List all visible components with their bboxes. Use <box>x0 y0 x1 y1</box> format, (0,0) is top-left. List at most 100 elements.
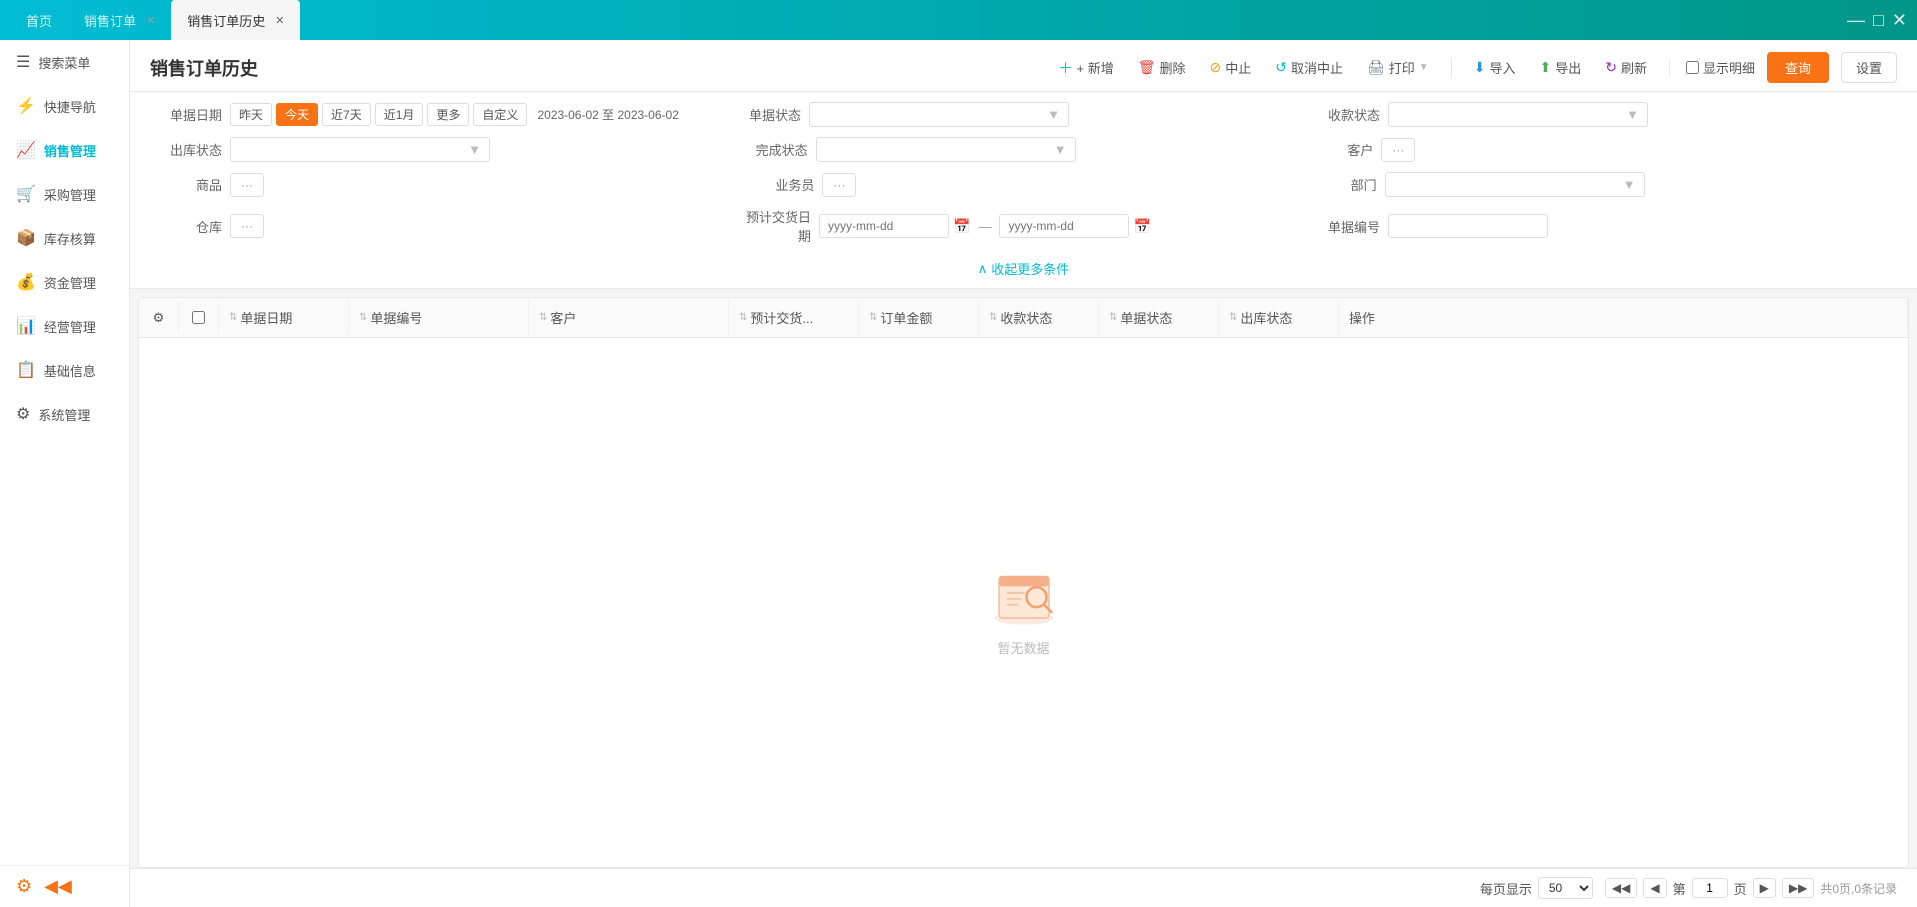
sidebar-item-search-menu[interactable]: ☰ 搜索菜单 <box>0 40 129 84</box>
customer-select[interactable]: ··· <box>1381 138 1415 162</box>
date-buttons: 昨天 今天 近7天 近1月 更多 自定义 <box>230 103 527 126</box>
plus-icon: ＋ <box>1058 58 1072 78</box>
order-no-input[interactable] <box>1388 214 1548 238</box>
tab-home[interactable]: 首页 <box>10 0 68 40</box>
out-status-select[interactable]: ▼ <box>230 137 490 162</box>
sort-order-no-icon: ⇅ <box>359 312 367 323</box>
minimize-button[interactable]: — <box>1847 10 1865 31</box>
table-footer: 每页显示 10 20 50 100 ◀◀ ◀ 第 页 ▶ ▶▶ 共0页,0条记录 <box>130 868 1917 907</box>
date-btn-1month[interactable]: 近1月 <box>375 103 424 126</box>
filter-row-date: 单据日期 昨天 今天 近7天 近1月 更多 自定义 2023-06-02 至 2… <box>150 102 1897 127</box>
stop-button[interactable]: ⊘ 中止 <box>1204 54 1258 81</box>
filter-row-goods: 商品 ··· 业务员 ··· 部门 ▼ <box>150 172 1897 197</box>
th-customer[interactable]: ⇅ 客户 <box>529 300 729 335</box>
import-button[interactable]: ⬇ 导入 <box>1468 54 1522 81</box>
collapse-up-icon: ∧ <box>978 261 988 277</box>
sort-amount-icon: ⇅ <box>869 312 877 323</box>
th-out-status[interactable]: ⇅ 出库状态 <box>1219 300 1339 335</box>
collapse-row[interactable]: ∧ 收起更多条件 <box>150 255 1897 278</box>
date-btn-today[interactable]: 今天 <box>276 103 318 126</box>
cancel-stop-button[interactable]: ↺ 取消中止 <box>1269 54 1349 81</box>
next-page-button[interactable]: ▶ <box>1753 878 1776 898</box>
sales-mgmt-icon: 📈 <box>16 140 36 160</box>
calendar-start-icon[interactable]: 📅 <box>953 218 970 235</box>
date-btn-yesterday[interactable]: 昨天 <box>230 103 272 126</box>
sidebar-settings-icon[interactable]: ⚙ <box>16 876 32 897</box>
out-status-control: ▼ <box>230 137 746 162</box>
table-area: ⚙ ⇅ 单据日期 ⇅ 单据编号 ⇅ 客户 ⇅ <box>138 297 1909 868</box>
sidebar-item-fund-mgmt[interactable]: 💰 资金管理 <box>0 260 129 304</box>
print-button[interactable]: 🖨 打印 ▼ <box>1361 54 1435 81</box>
show-detail-checkbox[interactable]: 显示明细 <box>1686 58 1755 77</box>
export-button[interactable]: ⬆ 导出 <box>1533 54 1587 81</box>
tab-sales-order-close[interactable]: ✕ <box>146 14 155 27</box>
show-detail-input[interactable] <box>1686 61 1699 74</box>
pagination: ◀◀ ◀ 第 页 ▶ ▶▶ 共0页,0条记录 <box>1605 878 1897 898</box>
goods-select[interactable]: ··· <box>230 173 264 197</box>
settings-button[interactable]: 设置 <box>1841 52 1897 83</box>
toolbar-divider2 <box>1669 58 1670 78</box>
th-settings[interactable]: ⚙ <box>139 302 179 334</box>
fund-mgmt-icon: 💰 <box>16 272 36 292</box>
th-checkbox[interactable] <box>179 303 219 332</box>
per-page-label: 每页显示 <box>1480 879 1532 898</box>
refresh-button[interactable]: ↻ 刷新 <box>1599 54 1653 81</box>
department-select[interactable]: ▼ <box>1385 172 1645 197</box>
sidebar-item-base-info[interactable]: 📋 基础信息 <box>0 348 129 392</box>
out-status-arrow: ▼ <box>468 142 481 157</box>
prev-page-button[interactable]: ◀ <box>1643 878 1666 898</box>
delivery-end-input[interactable] <box>999 214 1129 238</box>
date-btn-custom[interactable]: 自定义 <box>473 103 527 126</box>
order-status-select[interactable]: ▼ <box>809 102 1069 127</box>
sidebar-item-ops-mgmt[interactable]: 📊 经营管理 <box>0 304 129 348</box>
th-order-no[interactable]: ⇅ 单据编号 <box>349 300 529 335</box>
complete-status-select[interactable]: ▼ <box>816 137 1076 162</box>
select-all-checkbox[interactable] <box>192 311 205 324</box>
page-title: 销售订单历史 <box>150 55 258 81</box>
page-unit-label: 页 <box>1734 879 1747 898</box>
salesperson-select[interactable]: ··· <box>822 173 856 197</box>
import-icon: ⬇ <box>1474 59 1486 76</box>
sidebar-item-quick-nav[interactable]: ⚡ 快捷导航 <box>0 84 129 128</box>
last-page-button[interactable]: ▶▶ <box>1782 878 1814 898</box>
page-size-select[interactable]: 10 20 50 100 <box>1538 877 1593 899</box>
sidebar-item-inventory-mgmt[interactable]: 📦 库存核算 <box>0 216 129 260</box>
th-pay-status[interactable]: ⇅ 收款状态 <box>979 300 1099 335</box>
th-amount[interactable]: ⇅ 订单金额 <box>859 300 979 335</box>
date-btn-7days[interactable]: 近7天 <box>322 103 371 126</box>
query-button[interactable]: 查询 <box>1767 52 1829 83</box>
warehouse-control: ··· <box>230 214 739 238</box>
print-icon: 🖨 <box>1367 59 1385 76</box>
tab-sales-history-close[interactable]: ✕ <box>275 14 284 27</box>
first-page-button[interactable]: ◀◀ <box>1605 878 1637 898</box>
tab-sales-history[interactable]: 销售订单历史 ✕ <box>171 0 300 40</box>
delete-button[interactable]: 🗑 删除 <box>1132 54 1192 81</box>
page-header: 销售订单历史 ＋ + 新增 🗑 删除 ⊘ 中止 ↺ 取消中止 <box>130 40 1917 92</box>
th-order-status[interactable]: ⇅ 单据状态 <box>1099 300 1219 335</box>
warehouse-select[interactable]: ··· <box>230 214 264 238</box>
filter-row-warehouse: 仓库 ··· 预计交货日期 📅 — 📅 单据编号 <box>150 207 1897 245</box>
receipt-status-select[interactable]: ▼ <box>1388 102 1648 127</box>
stop-icon: ⊘ <box>1210 59 1222 76</box>
main-layout: ☰ 搜索菜单 ⚡ 快捷导航 📈 销售管理 🛒 采购管理 📦 库存核算 💰 资金管… <box>0 40 1917 907</box>
page-number-input[interactable] <box>1692 878 1728 898</box>
order-no-control <box>1388 214 1897 238</box>
sidebar-collapse-icon[interactable]: ◀◀ <box>44 876 72 897</box>
cancel-stop-icon: ↺ <box>1275 59 1287 76</box>
th-delivery[interactable]: ⇅ 预计交货... <box>729 300 859 335</box>
new-button[interactable]: ＋ + 新增 <box>1052 54 1119 82</box>
calendar-end-icon[interactable]: 📅 <box>1133 218 1150 235</box>
close-button[interactable]: ✕ <box>1892 10 1907 31</box>
delivery-start-input[interactable] <box>819 214 949 238</box>
sidebar-item-purchase-mgmt[interactable]: 🛒 采购管理 <box>0 172 129 216</box>
sidebar-item-sales-mgmt[interactable]: 📈 销售管理 <box>0 128 129 172</box>
search-icon: ☰ <box>16 52 30 72</box>
window-controls: — □ ✕ <box>1847 10 1907 31</box>
th-date[interactable]: ⇅ 单据日期 <box>219 300 349 335</box>
department-control: ▼ <box>1385 172 1897 197</box>
empty-illustration <box>974 548 1074 638</box>
sidebar-item-system-mgmt[interactable]: ⚙ 系统管理 <box>0 392 129 436</box>
date-btn-more[interactable]: 更多 <box>427 103 469 126</box>
maximize-button[interactable]: □ <box>1873 10 1884 31</box>
tab-sales-order[interactable]: 销售订单 ✕ <box>68 0 171 40</box>
